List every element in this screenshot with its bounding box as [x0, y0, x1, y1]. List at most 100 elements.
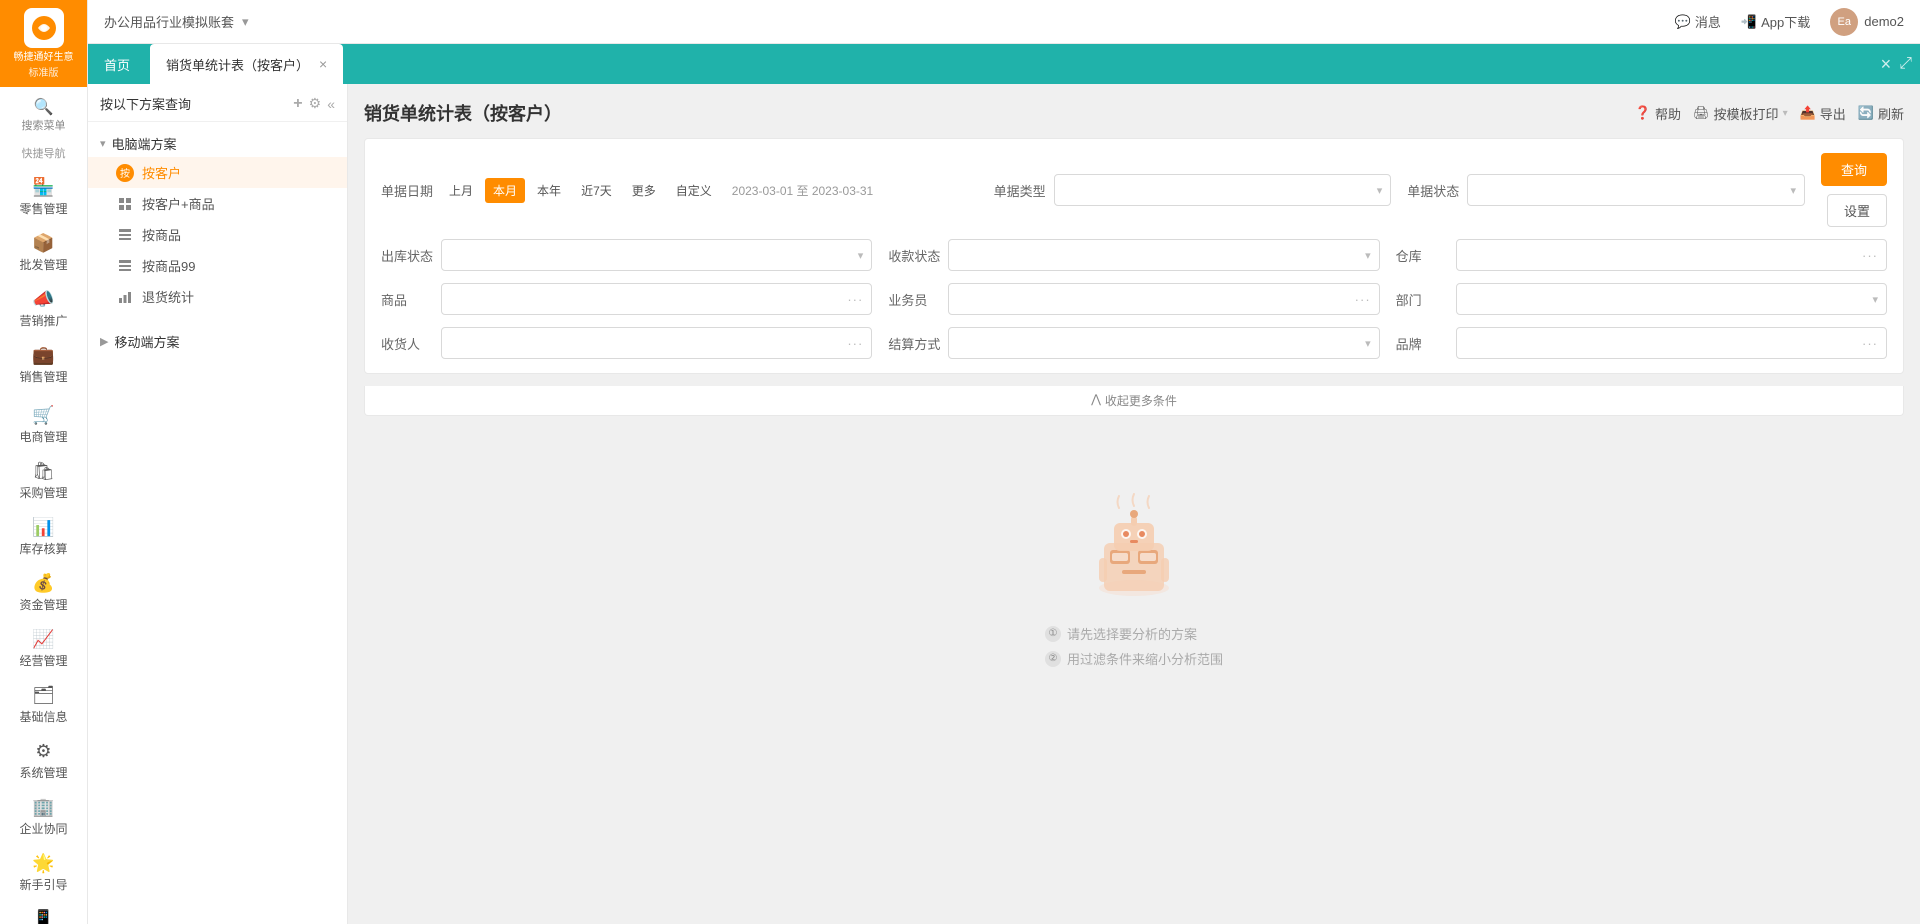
department-label: 部门: [1396, 290, 1448, 309]
message-label: 消息: [1695, 12, 1721, 31]
sidebar-item-app-center[interactable]: 📱 应用中心: [0, 901, 87, 924]
payment-method-control[interactable]: ▾: [948, 327, 1379, 359]
filter-card: 单据日期 上月 本月 本年 近7天 更多 自定义 2023-03-01 至 20…: [364, 138, 1904, 374]
sidebar-item-marketing[interactable]: 📣 营销推广: [0, 281, 87, 337]
settings-button[interactable]: 设置: [1827, 194, 1887, 227]
goods-field: 商品 ···: [381, 283, 872, 315]
industry-dropdown-arrow[interactable]: ▾: [242, 14, 249, 30]
receiver-control[interactable]: ···: [441, 327, 872, 359]
scheme-settings-icon[interactable]: ⚙: [309, 95, 322, 112]
sidebar-item-operation[interactable]: 📈 经营管理: [0, 621, 87, 677]
collapse-bar[interactable]: ⋀ 收起更多条件: [364, 386, 1904, 416]
warehouse-label: 仓库: [1396, 246, 1448, 265]
scheme-item-label-2: 按商品99: [142, 256, 195, 275]
tip-num-2: ②: [1045, 651, 1061, 667]
finance-label: 资金管理: [19, 596, 67, 613]
sidebar-item-ecom[interactable]: 🛒 电商管理: [0, 397, 87, 453]
bill-type-control[interactable]: ▾: [1054, 174, 1392, 206]
sidebar-item-system[interactable]: ⚙ 系统管理: [0, 733, 87, 789]
mobile-section-toggle[interactable]: ▶ 移动端方案: [88, 328, 347, 355]
app-download-label: App下载: [1761, 12, 1810, 31]
date-tab-this-year[interactable]: 本年: [529, 178, 569, 203]
goods-control[interactable]: ···: [441, 283, 872, 315]
desktop-section-toggle[interactable]: ▾ 电脑端方案: [88, 130, 347, 157]
tab-maximize-icon[interactable]: ⤢: [1899, 55, 1912, 73]
scheme-item-by-goods[interactable]: 按商品: [88, 219, 347, 250]
query-button[interactable]: 查询: [1821, 153, 1887, 186]
scheme-panel-title: 按以下方案查询: [100, 94, 191, 113]
sidebar-item-retail[interactable]: 🏪 零售管理: [0, 169, 87, 225]
payment-method-label: 结算方式: [888, 334, 940, 353]
ecom-label: 电商管理: [19, 428, 67, 445]
sidebar-search[interactable]: 🔍 搜索菜单: [0, 87, 87, 139]
scheme-item-return-stats[interactable]: 退货统计: [88, 281, 347, 312]
operation-label: 经营管理: [19, 652, 67, 669]
scheme-mobile-section: ▶ 移动端方案: [88, 320, 347, 363]
payment-method-field: 结算方式 ▾: [888, 327, 1379, 359]
bill-status-control[interactable]: ▾: [1467, 174, 1805, 206]
export-label: 导出: [1820, 104, 1846, 123]
sidebar-item-sales[interactable]: 💼 销售管理: [0, 337, 87, 393]
warehouse-control[interactable]: ···: [1456, 239, 1887, 271]
scheme-panel-actions: + ⚙ «: [293, 95, 335, 113]
mobile-section-label: 移动端方案: [114, 332, 179, 351]
department-control[interactable]: ▾: [1456, 283, 1887, 315]
system-label: 系统管理: [19, 764, 67, 781]
sidebar-item-purchase[interactable]: 🛍 采购管理: [0, 453, 87, 509]
scheme-item-customer-goods[interactable]: 按客户+商品: [88, 188, 347, 219]
sidebar-item-newbie[interactable]: 🌟 新手引导: [0, 845, 87, 901]
tab-minimize-icon[interactable]: ×: [1881, 54, 1892, 75]
payment-method-arrow: ▾: [1365, 337, 1371, 350]
logo-sub: 标准版: [29, 64, 59, 79]
print-arrow: ▾: [1783, 108, 1788, 119]
date-tab-this-month[interactable]: 本月: [485, 178, 525, 203]
stock-icon: 📊: [32, 517, 54, 538]
tab-active[interactable]: 销货单统计表（按客户） ×: [150, 44, 343, 84]
active-scheme-dot: 按: [116, 164, 134, 182]
print-button[interactable]: 🖨 按模板打印 ▾: [1693, 104, 1788, 123]
export-button[interactable]: 📤 导出: [1800, 104, 1846, 123]
tab-close-icon[interactable]: ×: [319, 56, 327, 72]
salesperson-control[interactable]: ···: [948, 283, 1379, 315]
out-status-arrow: ▾: [858, 249, 864, 262]
sidebar-item-enterprise[interactable]: 🏢 企业协同: [0, 789, 87, 845]
out-status-control[interactable]: ▾: [441, 239, 872, 271]
retail-label: 零售管理: [19, 200, 67, 217]
salesperson-dots: ···: [1355, 292, 1371, 307]
sidebar-item-basic[interactable]: 🗂 基础信息: [0, 677, 87, 733]
sidebar-item-stock[interactable]: 📊 库存核算: [0, 509, 87, 565]
scheme-collapse-icon[interactable]: «: [327, 96, 335, 112]
system-icon: ⚙: [35, 741, 51, 762]
newbie-label: 新手引导: [19, 876, 67, 893]
app-center-icon: 📱: [32, 909, 54, 924]
brand-control[interactable]: ···: [1456, 327, 1887, 359]
date-tab-7days[interactable]: 近7天: [573, 178, 620, 203]
date-tab-more[interactable]: 更多: [624, 178, 664, 203]
bill-type-arrow: ▾: [1377, 184, 1383, 197]
print-label: 按模板打印: [1714, 104, 1779, 123]
help-button[interactable]: ❓ 帮助: [1635, 104, 1681, 123]
scheme-add-icon[interactable]: +: [293, 95, 302, 113]
scheme-panel-header: 按以下方案查询 + ⚙ «: [88, 84, 347, 122]
logo-icon: [24, 8, 64, 48]
main-area: 办公用品行业模拟账套 ▾ 💬 消息 📲 App下载 Ea demo2 首页: [88, 0, 1920, 924]
sidebar-item-finance[interactable]: 💰 资金管理: [0, 565, 87, 621]
user-profile-button[interactable]: Ea demo2: [1830, 8, 1904, 36]
scheme-item-by-customer[interactable]: 按 按客户: [88, 157, 347, 188]
sidebar-item-wholesale[interactable]: 📦 批发管理: [0, 225, 87, 281]
date-tab-last-month[interactable]: 上月: [441, 178, 481, 203]
refresh-label: 刷新: [1878, 104, 1904, 123]
empty-tips: ① 请先选择要分析的方案 ② 用过滤条件来缩小分析范围: [1045, 624, 1223, 668]
app-download-button[interactable]: 📲 App下载: [1741, 12, 1810, 31]
date-tabs: 上月 本月 本年 近7天 更多 自定义: [441, 178, 720, 203]
message-button[interactable]: 💬 消息: [1675, 12, 1721, 31]
tab-bar-end: × ⤢: [1881, 54, 1920, 75]
scheme-icon-grid: [116, 195, 134, 213]
refresh-button[interactable]: 🔄 刷新: [1858, 104, 1904, 123]
stock-label: 库存核算: [19, 540, 67, 557]
date-tab-custom[interactable]: 自定义: [668, 178, 720, 203]
receipt-status-control[interactable]: ▾: [948, 239, 1379, 271]
purchase-label: 采购管理: [19, 484, 67, 501]
scheme-item-by-goods99[interactable]: 按商品99: [88, 250, 347, 281]
tab-home[interactable]: 首页: [88, 44, 146, 84]
